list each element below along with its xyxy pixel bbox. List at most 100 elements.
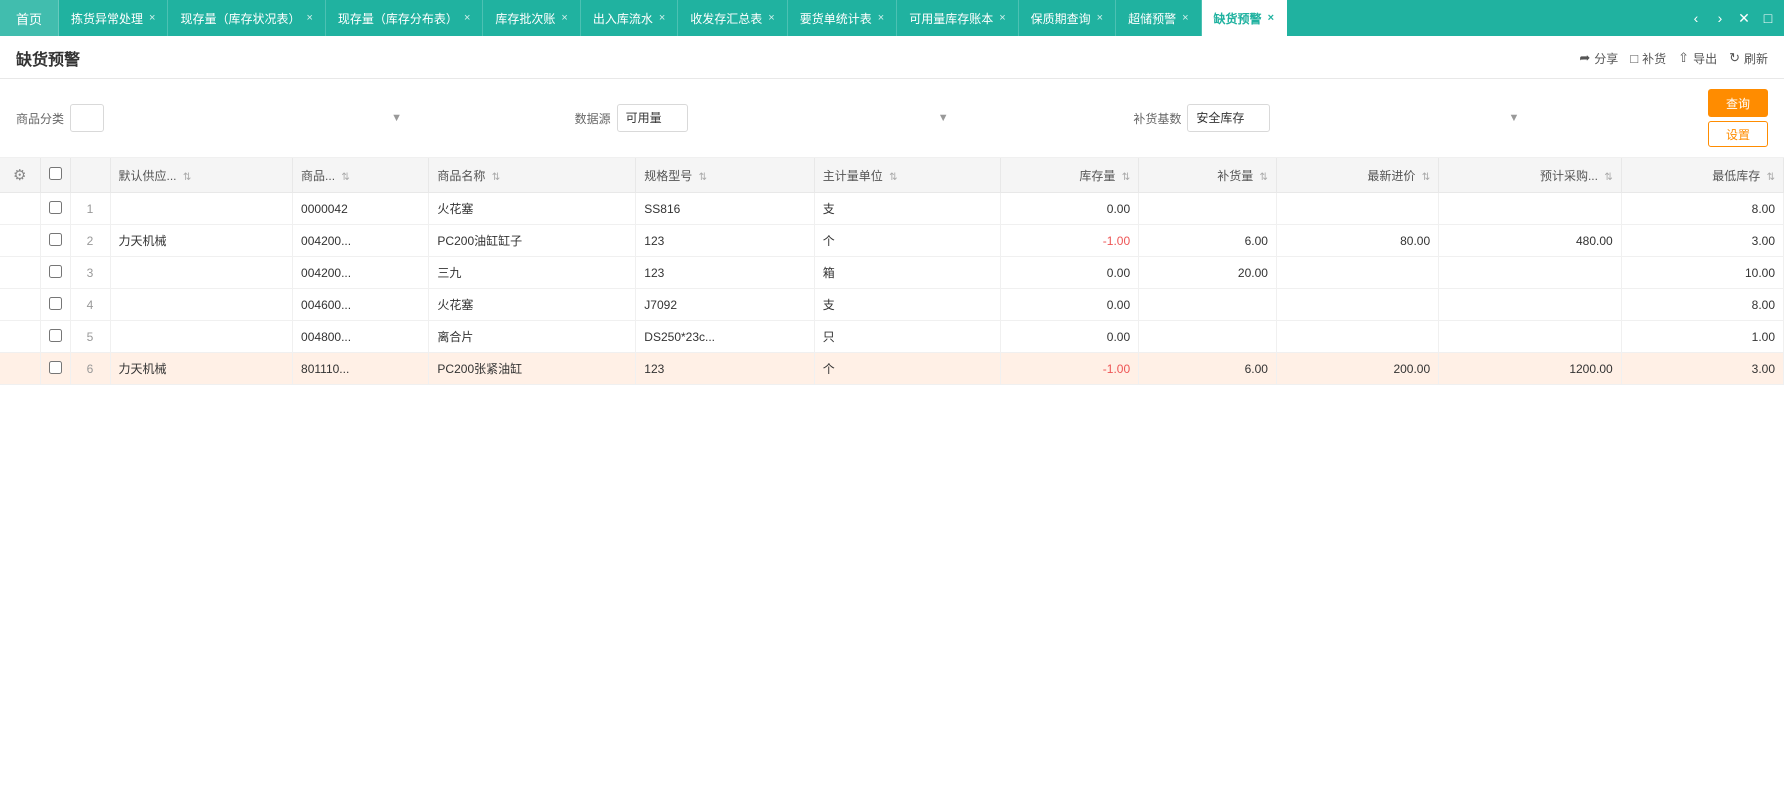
col-header-name[interactable]: 商品名称 ⇅ bbox=[429, 158, 636, 193]
export-icon: ⇧ bbox=[1678, 50, 1689, 66]
row-checkbox[interactable] bbox=[49, 233, 62, 246]
category-select[interactable] bbox=[70, 104, 104, 132]
tab-overstock-close[interactable]: × bbox=[1182, 12, 1188, 24]
share-button[interactable]: ➦ 分享 bbox=[1579, 50, 1618, 67]
tab-fullscreen[interactable]: □ bbox=[1756, 6, 1780, 30]
col-header-settings[interactable]: ⚙ bbox=[0, 158, 40, 193]
tab-scroll-right[interactable]: › bbox=[1708, 6, 1732, 30]
row-check[interactable] bbox=[40, 353, 70, 385]
row-checkbox[interactable] bbox=[49, 265, 62, 278]
tab-shortage[interactable]: 缺货预警 × bbox=[1202, 0, 1287, 36]
row-min-stock: 10.00 bbox=[1621, 257, 1783, 289]
tab-avail-ledger[interactable]: 可用量库存账本 × bbox=[897, 0, 1018, 36]
tab-close-all[interactable]: ✕ bbox=[1732, 6, 1756, 30]
replenish-sort-icon: ⇅ bbox=[1260, 172, 1268, 183]
row-latest-price: 200.00 bbox=[1276, 353, 1438, 385]
row-min-stock: 1.00 bbox=[1621, 321, 1783, 353]
row-latest-price bbox=[1276, 193, 1438, 225]
row-check[interactable] bbox=[40, 193, 70, 225]
row-unit: 支 bbox=[814, 193, 1001, 225]
row-index: 1 bbox=[70, 193, 110, 225]
share-icon: ➦ bbox=[1579, 50, 1590, 66]
page-title: 缺货预警 bbox=[16, 46, 1579, 70]
datasource-select[interactable]: 可用量 bbox=[617, 104, 688, 132]
tab-recv-summary[interactable]: 收发存汇总表 × bbox=[678, 0, 787, 36]
tab-stock-status-close[interactable]: × bbox=[306, 12, 312, 24]
row-index: 3 bbox=[70, 257, 110, 289]
col-header-latest-price[interactable]: 最新进价 ⇅ bbox=[1276, 158, 1438, 193]
tab-home[interactable]: 首页 bbox=[0, 0, 59, 36]
export-button[interactable]: ⇧ 导出 bbox=[1678, 50, 1717, 67]
row-checkbox[interactable] bbox=[49, 361, 62, 374]
row-spec: DS250*23c... bbox=[636, 321, 814, 353]
col-header-unit[interactable]: 主计量单位 ⇅ bbox=[814, 158, 1001, 193]
refresh-icon: ↻ bbox=[1729, 50, 1740, 66]
tab-stock-dist[interactable]: 现存量（库存分布表） × bbox=[326, 0, 483, 36]
tab-inout-flow-label: 出入库流水 bbox=[593, 10, 653, 27]
row-checkbox[interactable] bbox=[49, 297, 62, 310]
row-check[interactable] bbox=[40, 289, 70, 321]
row-stock: 0.00 bbox=[1001, 321, 1139, 353]
table-row: 4 004600... 火花塞 J7092 支 0.00 8.00 bbox=[0, 289, 1784, 321]
tab-req-stats-close[interactable]: × bbox=[878, 12, 884, 24]
table-header-row: ⚙ 默认供应... ⇅ 商品... ⇅ 商品名称 bbox=[0, 158, 1784, 193]
tab-stock-dist-close[interactable]: × bbox=[464, 12, 470, 24]
min-stock-sort-icon: ⇅ bbox=[1767, 172, 1775, 183]
tab-expiry-query[interactable]: 保质期查询 × bbox=[1019, 0, 1116, 36]
table-row: 5 004800... 离合片 DS250*23c... 只 0.00 1.00 bbox=[0, 321, 1784, 353]
category-select-arrow: ▼ bbox=[391, 112, 402, 124]
row-est-purchase: 1200.00 bbox=[1439, 353, 1622, 385]
col-header-supplier[interactable]: 默认供应... ⇅ bbox=[110, 158, 293, 193]
row-index: 5 bbox=[70, 321, 110, 353]
tab-batch-account[interactable]: 库存批次账 × bbox=[483, 0, 580, 36]
row-checkbox[interactable] bbox=[49, 201, 62, 214]
row-name: PC200张紧油缸 bbox=[429, 353, 636, 385]
row-check[interactable] bbox=[40, 225, 70, 257]
col-header-stock[interactable]: 库存量 ⇅ bbox=[1001, 158, 1139, 193]
row-checkbox[interactable] bbox=[49, 329, 62, 342]
tab-scroll-left[interactable]: ‹ bbox=[1684, 6, 1708, 30]
table-settings-icon[interactable]: ⚙ bbox=[13, 167, 26, 184]
col-header-index bbox=[70, 158, 110, 193]
col-header-min-stock[interactable]: 最低库存 ⇅ bbox=[1621, 158, 1783, 193]
col-header-replenish[interactable]: 补货量 ⇅ bbox=[1139, 158, 1277, 193]
tab-inout-flow-close[interactable]: × bbox=[659, 12, 665, 24]
tab-expiry-query-close[interactable]: × bbox=[1097, 12, 1103, 24]
page-content: 缺货预警 ➦ 分享 □ 补货 ⇧ 导出 ↻ 刷新 商品分类 bbox=[0, 36, 1784, 796]
row-stock: -1.00 bbox=[1001, 225, 1139, 257]
query-button[interactable]: 查询 bbox=[1708, 89, 1768, 117]
col-header-check[interactable] bbox=[40, 158, 70, 193]
settings-button[interactable]: 设置 bbox=[1708, 121, 1768, 147]
stock-sort-icon: ⇅ bbox=[1122, 172, 1130, 183]
row-check[interactable] bbox=[40, 321, 70, 353]
replenish-base-filter-group: 补货基数 安全库存 ▼ bbox=[1133, 104, 1692, 132]
tab-stock-status[interactable]: 现存量（库存状况表） × bbox=[168, 0, 325, 36]
col-header-spec[interactable]: 规格型号 ⇅ bbox=[636, 158, 814, 193]
tab-avail-ledger-close[interactable]: × bbox=[999, 12, 1005, 24]
col-header-est-purchase[interactable]: 预计采购... ⇅ bbox=[1439, 158, 1622, 193]
data-table: ⚙ 默认供应... ⇅ 商品... ⇅ 商品名称 bbox=[0, 158, 1784, 385]
tab-overstock[interactable]: 超储预警 × bbox=[1116, 0, 1201, 36]
row-replenish bbox=[1139, 289, 1277, 321]
tab-recv-summary-close[interactable]: × bbox=[768, 12, 774, 24]
row-min-stock: 3.00 bbox=[1621, 353, 1783, 385]
replenish-base-label: 补货基数 bbox=[1133, 110, 1181, 127]
row-settings bbox=[0, 321, 40, 353]
select-all-checkbox[interactable] bbox=[49, 167, 62, 180]
col-header-code[interactable]: 商品... ⇅ bbox=[293, 158, 429, 193]
tab-abnormal-close[interactable]: × bbox=[149, 12, 155, 24]
row-name: 火花塞 bbox=[429, 289, 636, 321]
tab-req-stats[interactable]: 要货单统计表 × bbox=[788, 0, 897, 36]
row-check[interactable] bbox=[40, 257, 70, 289]
row-est-purchase bbox=[1439, 321, 1622, 353]
tab-abnormal[interactable]: 拣货异常处理 × bbox=[59, 0, 168, 36]
replenish-button[interactable]: □ 补货 bbox=[1630, 50, 1666, 67]
tab-batch-account-close[interactable]: × bbox=[561, 12, 567, 24]
tab-inout-flow[interactable]: 出入库流水 × bbox=[581, 0, 678, 36]
refresh-button[interactable]: ↻ 刷新 bbox=[1729, 50, 1768, 67]
tab-shortage-label: 缺货预警 bbox=[1214, 10, 1262, 27]
row-replenish: 6.00 bbox=[1139, 225, 1277, 257]
tab-shortage-close[interactable]: × bbox=[1268, 12, 1274, 24]
replenish-base-select[interactable]: 安全库存 bbox=[1187, 104, 1270, 132]
spec-sort-icon: ⇅ bbox=[699, 172, 707, 183]
